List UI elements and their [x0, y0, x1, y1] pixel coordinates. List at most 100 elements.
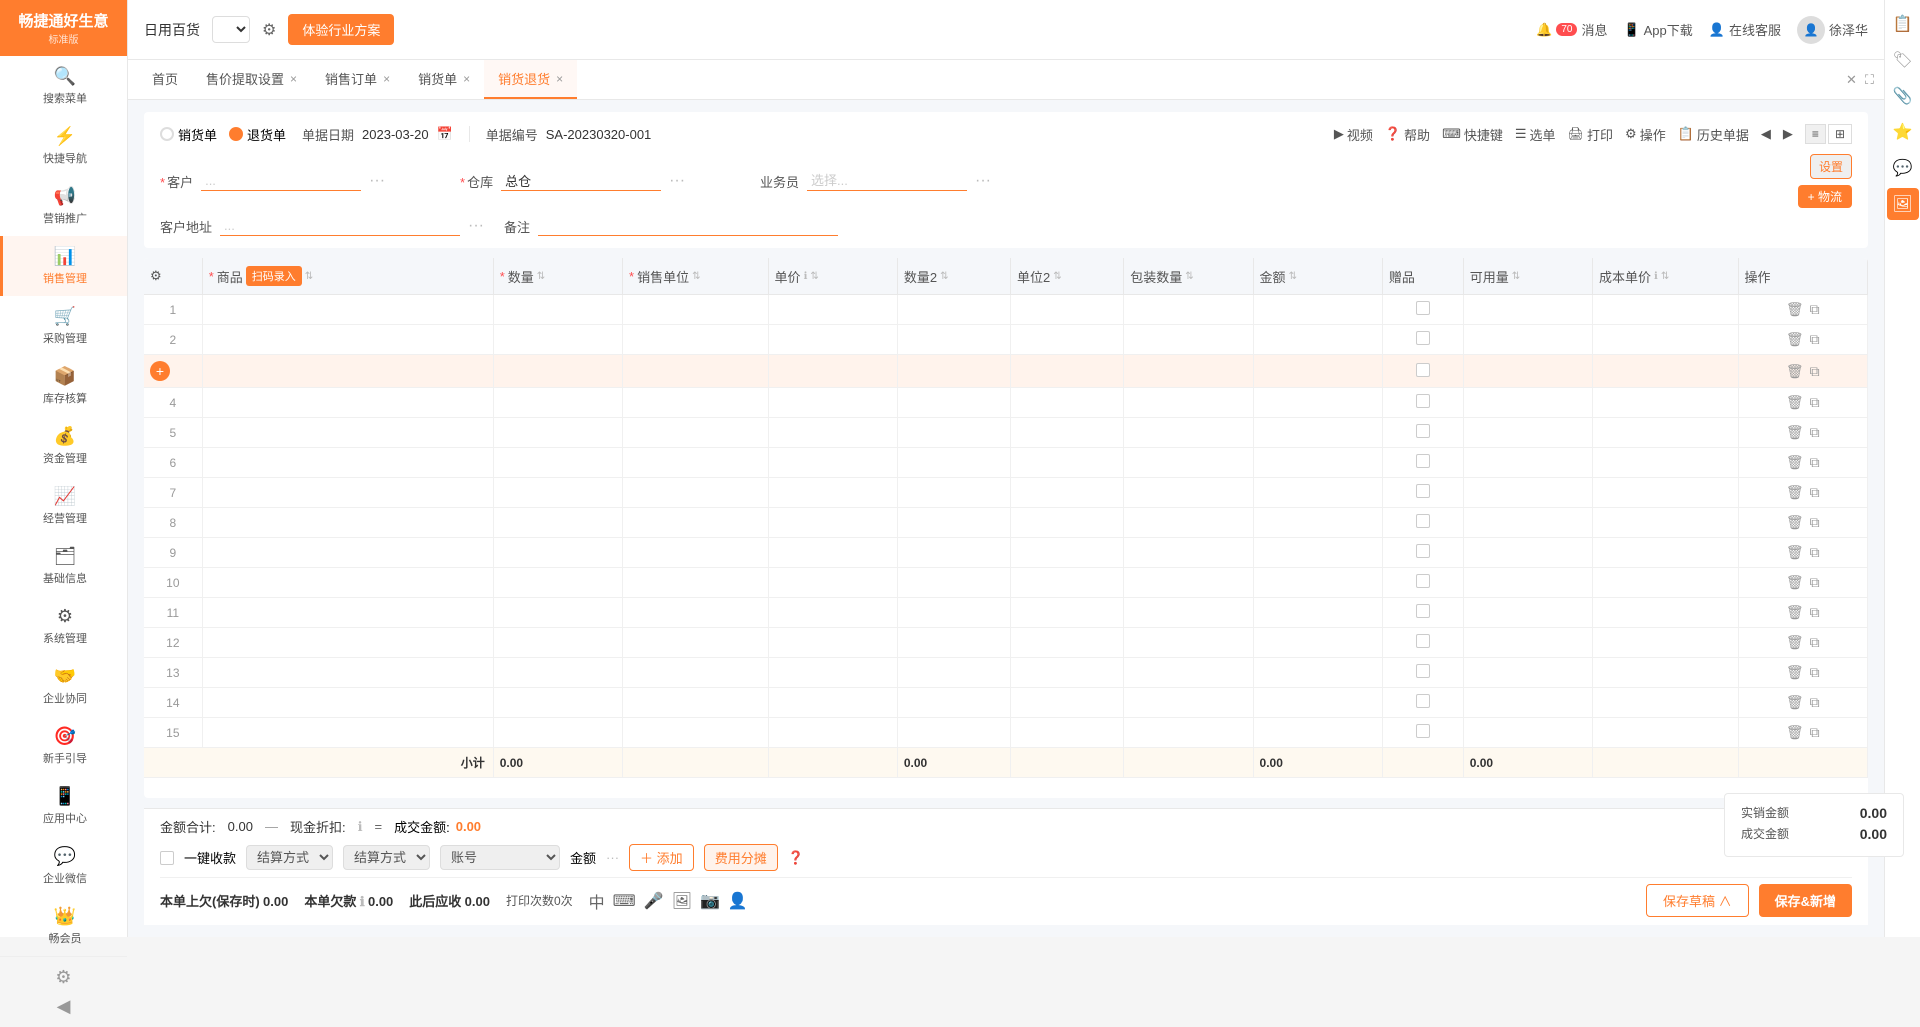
tab-sales-order-close[interactable]: × — [383, 72, 390, 86]
quantity-cell[interactable] — [493, 718, 622, 748]
quantity-cell[interactable] — [493, 568, 622, 598]
unit2-cell[interactable] — [1011, 355, 1124, 388]
amount-cell[interactable] — [1253, 388, 1382, 418]
radio-return[interactable]: 退货单 — [229, 125, 286, 144]
sidebar-item-finance[interactable]: 💰 资金管理 — [0, 416, 127, 476]
billing-mode-select[interactable]: 结算方式 — [343, 845, 430, 870]
unit2-cell[interactable] — [1011, 295, 1124, 325]
add-row-icon[interactable]: + — [150, 361, 170, 381]
pack-cell[interactable] — [1124, 418, 1253, 448]
copy-icon[interactable]: ⧉ — [1810, 574, 1820, 591]
unit-cell[interactable] — [623, 628, 769, 658]
gift-cell[interactable] — [1382, 325, 1463, 355]
online-service-item[interactable]: 👤 在线客服 — [1709, 20, 1781, 39]
amount-cell[interactable] — [1253, 598, 1382, 628]
tab-sales[interactable]: 销货单 × — [404, 60, 484, 99]
help-btn[interactable]: ❓ 帮助 — [1385, 125, 1430, 144]
gift-checkbox[interactable] — [1416, 574, 1430, 588]
quantity-cell[interactable] — [493, 598, 622, 628]
warehouse-dots[interactable]: ··· — [669, 172, 685, 190]
amount-cell[interactable] — [1253, 568, 1382, 598]
available-cell[interactable] — [1463, 658, 1592, 688]
available-cell[interactable] — [1463, 478, 1592, 508]
price-cell[interactable] — [768, 508, 897, 538]
copy-icon[interactable]: ⧉ — [1810, 604, 1820, 621]
quantity2-cell[interactable] — [897, 295, 1010, 325]
shortcut-btn[interactable]: ⌨ 快捷键 — [1442, 125, 1503, 144]
price-cell[interactable] — [768, 568, 897, 598]
unit-cell[interactable] — [623, 598, 769, 628]
gift-cell[interactable] — [1382, 718, 1463, 748]
pack-cell[interactable] — [1124, 388, 1253, 418]
sidebar-item-operation[interactable]: 📈 经营管理 — [0, 476, 127, 536]
close-all-icon[interactable]: ✕ — [1846, 72, 1857, 88]
pack-cell[interactable] — [1124, 355, 1253, 388]
video-btn[interactable]: ▶ 视频 — [1334, 125, 1373, 144]
cost-price-cell[interactable] — [1593, 388, 1739, 418]
copy-icon[interactable]: ⧉ — [1810, 454, 1820, 471]
product-cell[interactable] — [202, 448, 493, 478]
product-cell[interactable] — [202, 688, 493, 718]
history-btn[interactable]: 📋 历史单据 — [1678, 125, 1749, 144]
quantity2-cell[interactable] — [897, 688, 1010, 718]
quantity2-cell[interactable] — [897, 325, 1010, 355]
sidebar-item-quick-nav[interactable]: ⚡ 快捷导航 — [0, 116, 127, 176]
product-cell[interactable] — [202, 508, 493, 538]
price-cell[interactable] — [768, 658, 897, 688]
pack-cell[interactable] — [1124, 448, 1253, 478]
customer-input[interactable] — [201, 171, 361, 191]
qr-icon[interactable]: 📷 — [700, 891, 720, 911]
u2-sort[interactable]: ⇅ — [1053, 271, 1061, 282]
gift-cell[interactable] — [1382, 388, 1463, 418]
delete-icon[interactable]: 🗑 — [1786, 694, 1804, 711]
account-select[interactable]: 账号 — [440, 845, 560, 870]
user-item[interactable]: 👤 徐泽华 — [1797, 16, 1868, 44]
cost-price-cell[interactable] — [1593, 418, 1739, 448]
cost-price-cell[interactable] — [1593, 538, 1739, 568]
pack-cell[interactable] — [1124, 718, 1253, 748]
unit2-cell[interactable] — [1011, 598, 1124, 628]
grid-view-btn[interactable]: ⊞ — [1828, 124, 1852, 144]
industry-select[interactable] — [212, 16, 250, 43]
sidebar-item-wechat[interactable]: 💬 企业微信 — [0, 836, 127, 896]
gift-cell[interactable] — [1382, 598, 1463, 628]
quantity2-cell[interactable] — [897, 598, 1010, 628]
sidebar-item-marketing[interactable]: 📢 营销推广 — [0, 176, 127, 236]
billing-select[interactable]: 结算方式 — [246, 845, 333, 870]
right-panel-tag[interactable]: 🏷 — [1887, 44, 1919, 76]
split-help-icon[interactable]: ❓ — [788, 850, 804, 866]
operate-btn[interactable]: ⚙ 操作 — [1625, 125, 1666, 144]
unit2-cell[interactable] — [1011, 478, 1124, 508]
tab-price-extract[interactable]: 售价提取设置 × — [192, 60, 311, 99]
scan-btn[interactable]: 扫码录入 — [246, 266, 302, 286]
quantity2-cell[interactable] — [897, 418, 1010, 448]
gift-cell[interactable] — [1382, 538, 1463, 568]
copy-icon[interactable]: ⧉ — [1810, 424, 1820, 441]
warehouse-input[interactable] — [501, 171, 661, 191]
quantity-cell[interactable] — [493, 478, 622, 508]
delete-icon[interactable]: 🗑 — [1786, 454, 1804, 471]
unit2-cell[interactable] — [1011, 628, 1124, 658]
unit-cell[interactable] — [623, 355, 769, 388]
available-cell[interactable] — [1463, 325, 1592, 355]
delete-icon[interactable]: 🗑 — [1786, 574, 1804, 591]
unit-sort[interactable]: ⇅ — [692, 271, 700, 282]
quantity-cell[interactable] — [493, 295, 622, 325]
price-cell[interactable] — [768, 448, 897, 478]
quantity2-cell[interactable] — [897, 448, 1010, 478]
quantity-cell[interactable] — [493, 355, 622, 388]
delete-icon[interactable]: 🗑 — [1786, 664, 1804, 681]
price-cell[interactable] — [768, 295, 897, 325]
topbar-settings-icon[interactable]: ⚙ — [262, 20, 276, 40]
sidebar-item-inventory[interactable]: 📦 库存核算 — [0, 356, 127, 416]
list-view-btn[interactable]: ≡ — [1805, 124, 1826, 144]
available-cell[interactable] — [1463, 295, 1592, 325]
copy-icon[interactable]: ⧉ — [1810, 514, 1820, 531]
person-icon[interactable]: 👤 — [728, 891, 748, 911]
salesperson-dots[interactable]: ··· — [975, 172, 991, 190]
price-cell[interactable] — [768, 325, 897, 355]
settings-btn[interactable]: 设置 — [1810, 154, 1852, 179]
gift-cell[interactable] — [1382, 658, 1463, 688]
cost-sort[interactable]: ⇅ — [1661, 271, 1669, 282]
quantity2-cell[interactable] — [897, 718, 1010, 748]
